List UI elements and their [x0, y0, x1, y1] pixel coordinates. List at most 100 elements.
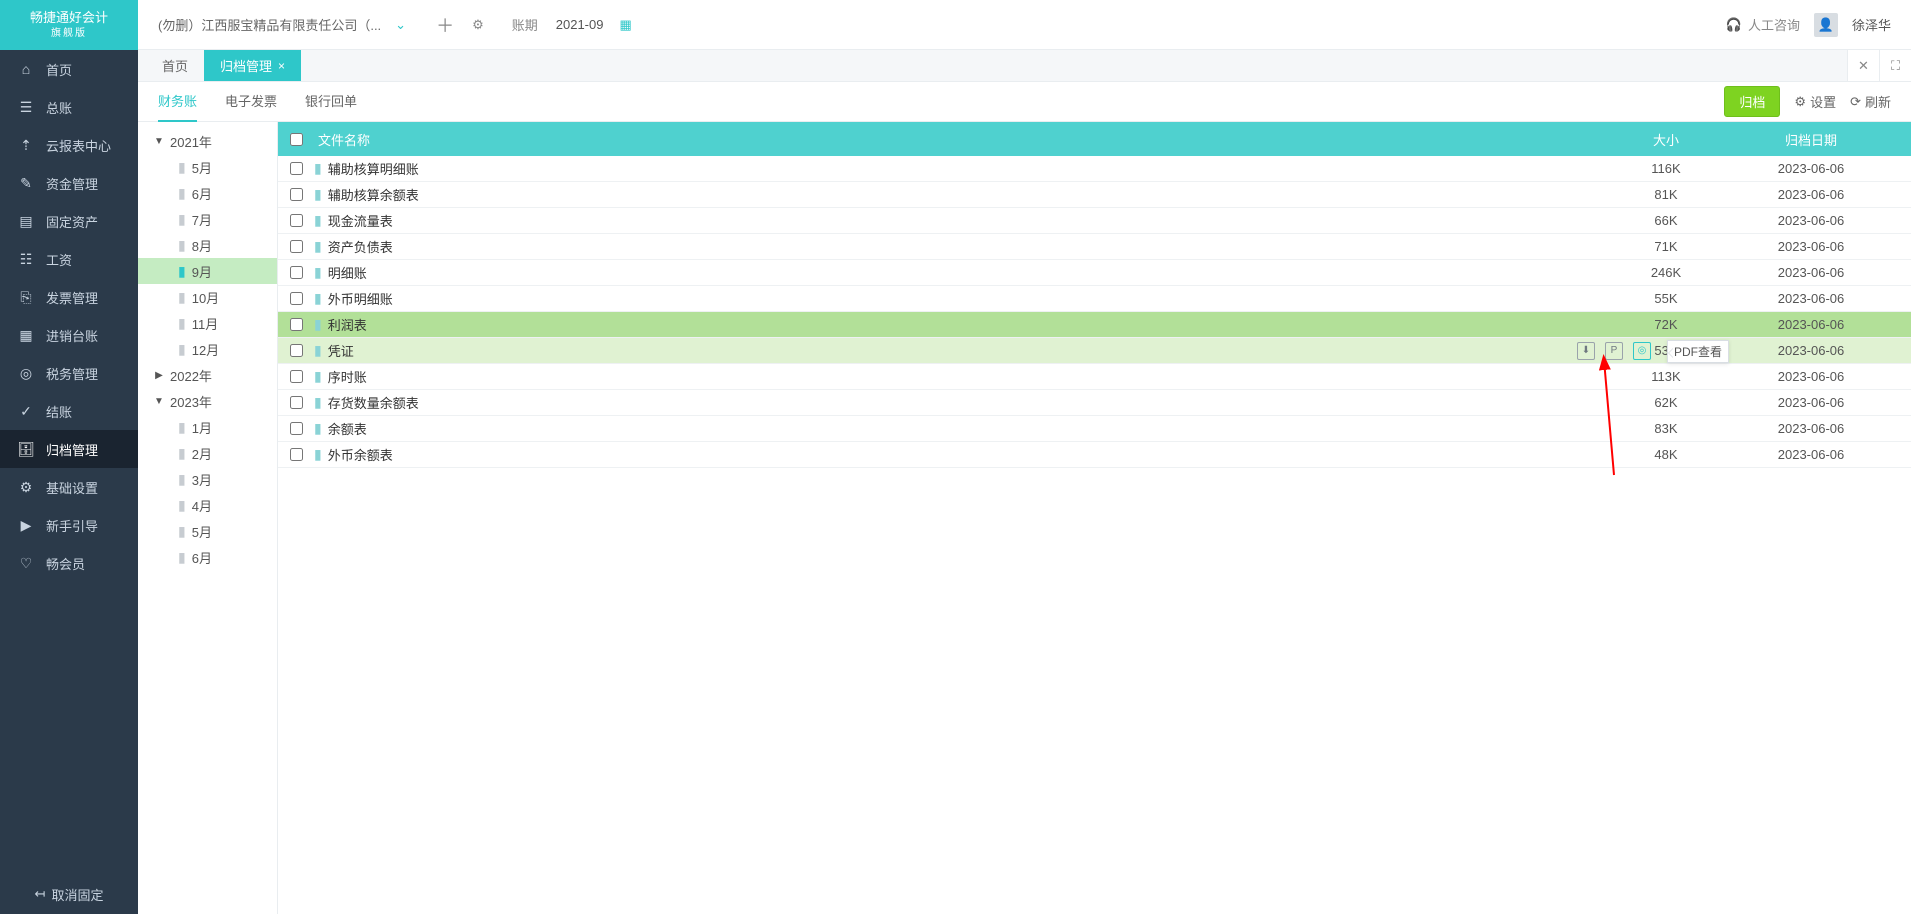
archive-date: 2023-06-06	[1731, 317, 1891, 332]
settings-icon[interactable]: ⚙	[472, 17, 484, 33]
username[interactable]: 徐泽华	[1852, 15, 1891, 34]
table-row[interactable]: ▮凭证 53K 2023-06-06 ⬇ P ◎ PDF查看	[278, 338, 1911, 364]
table-row[interactable]: ▮存货数量余额表 62K 2023-06-06	[278, 390, 1911, 416]
select-all-checkbox[interactable]	[290, 133, 303, 146]
sidebar-item-6[interactable]: ⎘发票管理	[0, 278, 138, 316]
tree-month[interactable]: ▮5月	[138, 154, 277, 180]
logo-text: 畅捷通好会计	[30, 11, 108, 25]
sidebar-item-8[interactable]: ◎税务管理	[0, 354, 138, 392]
row-checkbox[interactable]	[290, 448, 303, 461]
settings-link[interactable]: ⚙ 设置	[1794, 92, 1836, 111]
sidebar-item-icon: ⇡	[18, 137, 34, 153]
archive-date: 2023-06-06	[1731, 447, 1891, 462]
table-row[interactable]: ▮辅助核算明细账 116K 2023-06-06	[278, 156, 1911, 182]
tree-month[interactable]: ▮12月	[138, 336, 277, 362]
row-checkbox[interactable]	[290, 266, 303, 279]
download-icon[interactable]: ⬇	[1577, 342, 1595, 360]
headset-support[interactable]: 🎧 人工咨询	[1726, 15, 1800, 34]
table-row[interactable]: ▮序时账 113K 2023-06-06	[278, 364, 1911, 390]
tree-month[interactable]: ▮5月	[138, 518, 277, 544]
sub-tabbar: 财务账电子发票银行回单 归档 ⚙ 设置 ⟳ 刷新	[138, 82, 1911, 122]
add-button[interactable]: ＋	[436, 12, 454, 38]
user-avatar[interactable]: 👤	[1814, 13, 1838, 37]
table-row[interactable]: ▮余额表 83K 2023-06-06	[278, 416, 1911, 442]
sidebar-item-12[interactable]: ▶新手引导	[0, 506, 138, 544]
sidebar-item-4[interactable]: ▤固定资产	[0, 202, 138, 240]
tree-month[interactable]: ▮3月	[138, 466, 277, 492]
tree-month-label: 6月	[192, 184, 212, 203]
row-checkbox[interactable]	[290, 344, 303, 357]
tree-month[interactable]: ▮11月	[138, 310, 277, 336]
archive-date: 2023-06-06	[1731, 291, 1891, 306]
table-row[interactable]: ▮明细账 246K 2023-06-06	[278, 260, 1911, 286]
tree-month[interactable]: ▮1月	[138, 414, 277, 440]
file-name: 凭证	[328, 341, 354, 360]
unpin-button[interactable]: ↤ 取消固定	[0, 874, 138, 914]
file-size: 116K	[1601, 161, 1731, 176]
table-row[interactable]: ▮外币明细账 55K 2023-06-06	[278, 286, 1911, 312]
file-icon: ▮	[314, 264, 322, 281]
tree-year-0[interactable]: ▼2021年	[138, 128, 277, 154]
sidebar-item-5[interactable]: ☷工资	[0, 240, 138, 278]
sidebar-item-2[interactable]: ⇡云报表中心	[0, 126, 138, 164]
row-checkbox[interactable]	[290, 162, 303, 175]
table-row[interactable]: ▮辅助核算余额表 81K 2023-06-06	[278, 182, 1911, 208]
file-size: 81K	[1601, 187, 1731, 202]
gear-icon: ⚙	[1794, 94, 1806, 110]
row-checkbox[interactable]	[290, 370, 303, 383]
tabbar-fullscreen-button[interactable]: ⛶	[1879, 50, 1911, 81]
tree-year-2[interactable]: ▼2023年	[138, 388, 277, 414]
tree-month[interactable]: ▮10月	[138, 284, 277, 310]
sidebar-item-3[interactable]: ✎资金管理	[0, 164, 138, 202]
sidebar-item-0[interactable]: ⌂首页	[0, 50, 138, 88]
table-row[interactable]: ▮外币余额表 48K 2023-06-06	[278, 442, 1911, 468]
tree-year-label: 2023年	[170, 392, 212, 411]
person-icon: 👤	[1818, 17, 1834, 33]
page-tab-1[interactable]: 归档管理×	[204, 50, 301, 81]
tree-year-1[interactable]: ▶2022年	[138, 362, 277, 388]
table-row[interactable]: ▮现金流量表 66K 2023-06-06	[278, 208, 1911, 234]
row-checkbox[interactable]	[290, 318, 303, 331]
subtab-0[interactable]: 财务账	[158, 82, 197, 122]
subtab-2[interactable]: 银行回单	[305, 82, 357, 122]
tree-month[interactable]: ▮9月	[138, 258, 277, 284]
tree-month-label: 2月	[192, 444, 212, 463]
sidebar-item-7[interactable]: ▦进销台账	[0, 316, 138, 354]
tree-month[interactable]: ▮2月	[138, 440, 277, 466]
sidebar-item-icon: ☰	[18, 99, 34, 115]
tree-month-label: 9月	[192, 262, 212, 281]
app-logo: 畅捷通好会计 旗舰版	[0, 0, 138, 50]
row-checkbox[interactable]	[290, 214, 303, 227]
pdf-icon[interactable]: P	[1605, 342, 1623, 360]
row-checkbox[interactable]	[290, 188, 303, 201]
tree-month[interactable]: ▮6月	[138, 544, 277, 570]
sidebar-item-1[interactable]: ☰总账	[0, 88, 138, 126]
subtab-1[interactable]: 电子发票	[225, 82, 277, 122]
table-row[interactable]: ▮资产负债表 71K 2023-06-06	[278, 234, 1911, 260]
row-checkbox[interactable]	[290, 240, 303, 253]
tree-month[interactable]: ▮7月	[138, 206, 277, 232]
tab-close-icon[interactable]: ×	[278, 59, 285, 73]
tabbar-close-button[interactable]: ✕	[1847, 50, 1879, 81]
calendar-icon[interactable]: ▦	[619, 17, 631, 33]
sidebar-item-13[interactable]: ♡畅会员	[0, 544, 138, 582]
row-checkbox[interactable]	[290, 422, 303, 435]
refresh-link[interactable]: ⟳ 刷新	[1850, 92, 1891, 111]
archive-date: 2023-06-06	[1731, 343, 1891, 358]
file-name: 外币余额表	[328, 445, 393, 464]
view-pdf-icon[interactable]: ◎	[1633, 342, 1651, 360]
sidebar-item-11[interactable]: ⚙基础设置	[0, 468, 138, 506]
tree-month[interactable]: ▮4月	[138, 492, 277, 518]
row-checkbox[interactable]	[290, 292, 303, 305]
page-tab-0[interactable]: 首页	[146, 50, 204, 81]
sidebar-item-9[interactable]: ✓结账	[0, 392, 138, 430]
period-value[interactable]: 2021-09	[556, 17, 604, 32]
archive-button[interactable]: 归档	[1724, 86, 1780, 117]
tree-month[interactable]: ▮8月	[138, 232, 277, 258]
folder-icon: ▮	[178, 159, 186, 176]
sidebar-item-10[interactable]: 🗄归档管理	[0, 430, 138, 468]
company-dropdown-icon[interactable]: ⌄	[395, 17, 406, 33]
tree-month[interactable]: ▮6月	[138, 180, 277, 206]
row-checkbox[interactable]	[290, 396, 303, 409]
table-row[interactable]: ▮利润表 72K 2023-06-06	[278, 312, 1911, 338]
